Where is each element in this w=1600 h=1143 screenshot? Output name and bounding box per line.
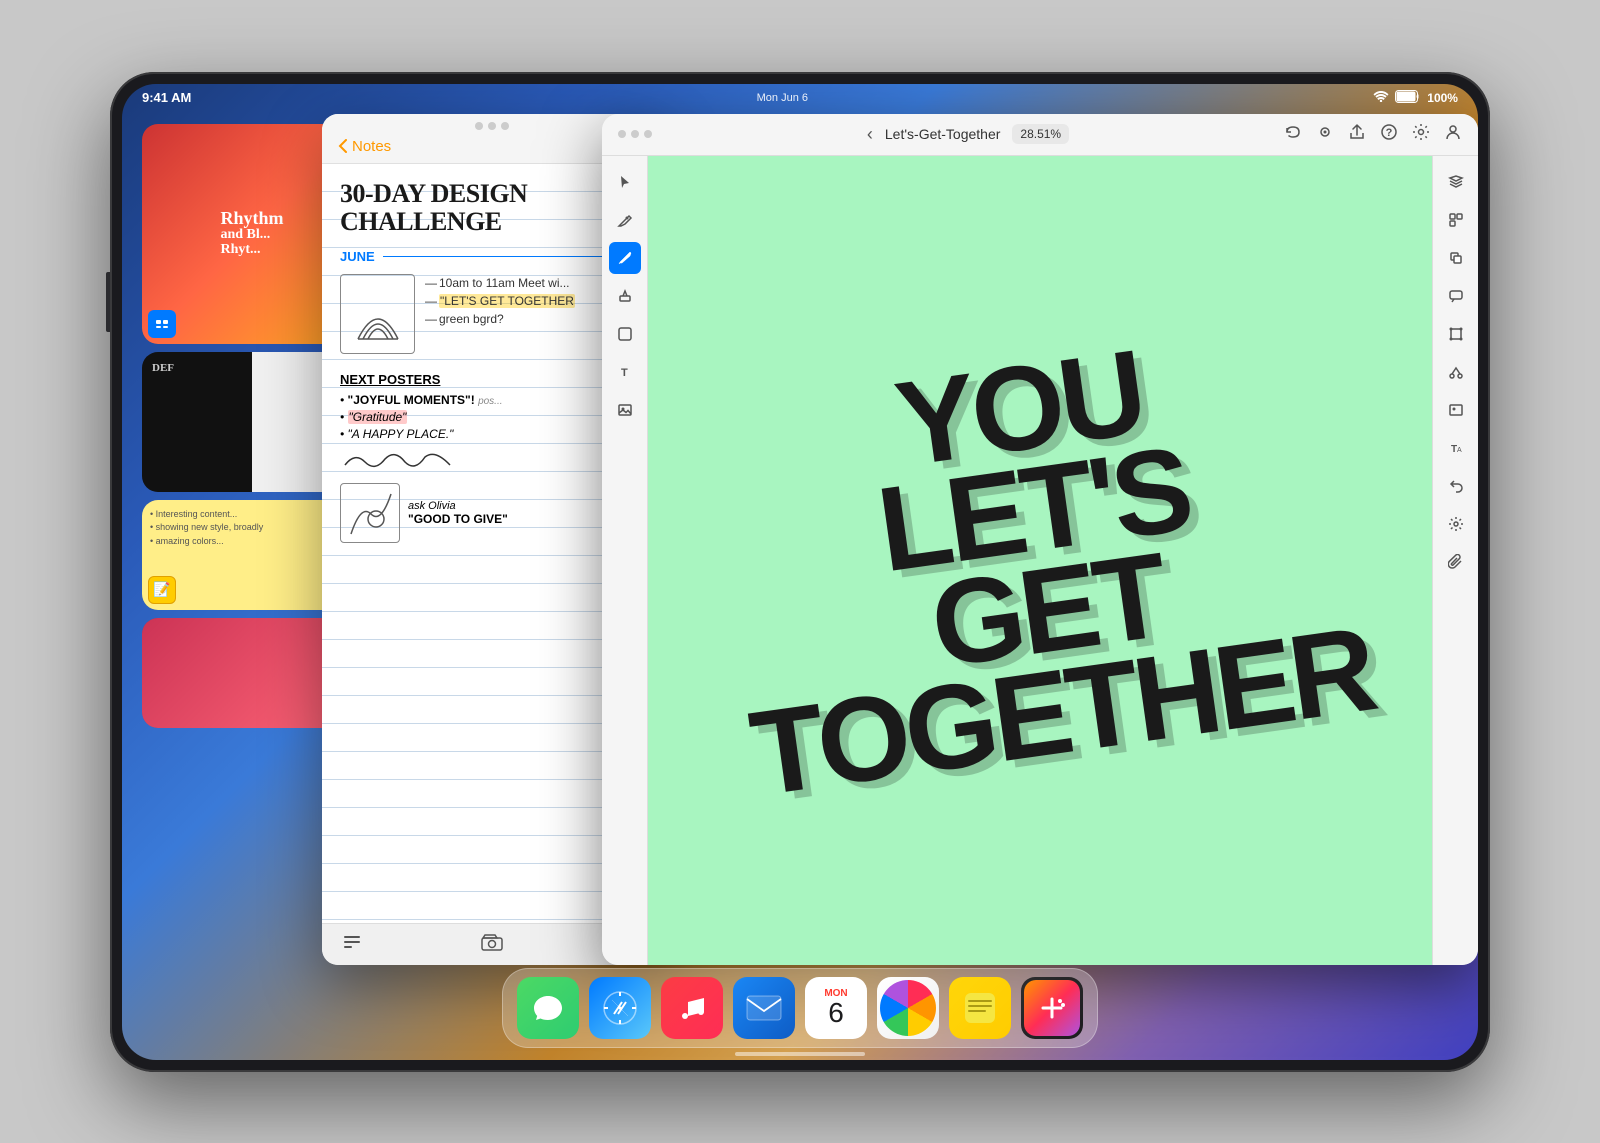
notes-dot-3 bbox=[501, 122, 509, 130]
notes-back-button[interactable]: Notes bbox=[338, 138, 646, 155]
tool-appearance[interactable] bbox=[1440, 204, 1472, 236]
tool-image2[interactable] bbox=[1440, 394, 1472, 426]
graphic-dot-2 bbox=[631, 130, 639, 138]
notes-june-july-header: JUNE JULY bbox=[340, 249, 644, 264]
graphic-dots bbox=[618, 130, 652, 138]
dock-app-arcade[interactable] bbox=[1021, 977, 1083, 1039]
notes-final-section: ask Olivia "GOOD TO GIVE" bbox=[340, 483, 644, 543]
tool-attach[interactable] bbox=[1440, 546, 1472, 578]
graphic-window: ‹ Let's-Get-Together 28.51% bbox=[602, 114, 1478, 965]
notes-list-item-2: "LET'S GET TOGETHER bbox=[425, 292, 575, 310]
undo-icon[interactable] bbox=[1284, 123, 1302, 146]
user-icon[interactable] bbox=[1444, 123, 1462, 146]
tool-pencil[interactable] bbox=[609, 242, 641, 274]
battery-icon bbox=[1395, 90, 1421, 106]
dock-app-messages[interactable] bbox=[517, 977, 579, 1039]
tool-layers[interactable] bbox=[1440, 166, 1472, 198]
tool-cut[interactable] bbox=[1440, 356, 1472, 388]
notes-camera-icon[interactable] bbox=[481, 933, 503, 956]
photos-wheel bbox=[880, 980, 936, 1036]
graphic-zoom-level[interactable]: 28.51% bbox=[1012, 124, 1069, 144]
notes-signature bbox=[340, 447, 644, 477]
ipad-device: 9:41 AM Mon Jun 6 bbox=[110, 72, 1490, 1072]
graphic-tools-right: T A bbox=[1432, 156, 1478, 965]
tool-pen[interactable] bbox=[609, 204, 641, 236]
graphic-dot-1 bbox=[618, 130, 626, 138]
notes-list-item-3: green bgrd? bbox=[425, 310, 575, 328]
notes-back-label: Notes bbox=[352, 138, 391, 155]
graphic-tools-left: T bbox=[602, 156, 648, 965]
settings-icon[interactable] bbox=[1412, 123, 1430, 146]
notes-poster-item-1: • "JOYFUL MOMENTS"! pos... bbox=[340, 393, 644, 407]
graphic-artwork: YOULET'SGETTOGETHER bbox=[648, 156, 1432, 965]
graphic-window-title: Let's-Get-Together bbox=[885, 126, 1001, 142]
june-line bbox=[383, 256, 604, 257]
notes-list: 10am to 11am Meet wi... "LET'S GET TOGET… bbox=[425, 274, 575, 350]
tool-comment[interactable] bbox=[1440, 280, 1472, 312]
dock-app-mail[interactable] bbox=[733, 977, 795, 1039]
share-icon[interactable] bbox=[1348, 123, 1366, 146]
dock-app-music[interactable] bbox=[661, 977, 723, 1039]
notes-ask-text: ask Olivia bbox=[408, 500, 508, 512]
app-corner-icon-rhythm bbox=[148, 310, 176, 338]
status-date: Mon Jun 6 bbox=[757, 92, 808, 104]
dock-app-notes[interactable] bbox=[949, 977, 1011, 1039]
help-icon[interactable]: ? bbox=[1380, 123, 1398, 146]
graphic-toolbar-right: ? bbox=[1284, 123, 1462, 146]
tool-image[interactable] bbox=[609, 394, 641, 426]
notes-last-item: "GOOD TO GIVE" bbox=[408, 512, 508, 526]
tool-text[interactable]: T bbox=[609, 356, 641, 388]
tool-settings2[interactable] bbox=[1440, 508, 1472, 540]
notes-ask-section: ask Olivia "GOOD TO GIVE" bbox=[408, 500, 508, 526]
home-indicator[interactable] bbox=[735, 1052, 865, 1056]
notes-dots bbox=[475, 122, 509, 130]
tool-shape[interactable] bbox=[609, 318, 641, 350]
svg-text:?: ? bbox=[1386, 127, 1393, 139]
multitask-area: Rhythm and Bl... Rhyt... bbox=[122, 114, 1478, 975]
dock-app-calendar[interactable]: MON 6 bbox=[805, 977, 867, 1039]
dock-app-photos[interactable] bbox=[877, 977, 939, 1039]
graphic-dot-3 bbox=[644, 130, 652, 138]
graphic-body: T bbox=[602, 156, 1478, 965]
ipad-screen: 9:41 AM Mon Jun 6 bbox=[122, 84, 1478, 1060]
june-label: JUNE bbox=[340, 249, 375, 264]
notes-next-posters-header: NEXT POSTERS bbox=[340, 372, 644, 387]
graphic-title-center: ‹ Let's-Get-Together 28.51% bbox=[867, 124, 1069, 145]
tool-cursor[interactable] bbox=[609, 166, 641, 198]
notes-final-sketch bbox=[340, 483, 400, 543]
graphic-back-button[interactable]: ‹ bbox=[867, 124, 873, 145]
svg-text:A: A bbox=[1457, 447, 1462, 454]
arcade-inner bbox=[1024, 980, 1080, 1036]
battery-percent: 100% bbox=[1427, 91, 1458, 105]
notes-poster-item-2: • "Gratitude" bbox=[340, 410, 644, 424]
status-time: 9:41 AM bbox=[142, 90, 191, 105]
notes-sketch-section: 10am to 11am Meet wi... "LET'S GET TOGET… bbox=[340, 274, 644, 362]
dock: MON 6 bbox=[502, 968, 1098, 1048]
tool-transform[interactable] bbox=[1440, 318, 1472, 350]
app-corner-icon-sticky: 📝 bbox=[148, 576, 176, 604]
notes-poster-item-3: • "A HAPPY PLACE." bbox=[340, 427, 644, 441]
notes-dot-1 bbox=[475, 122, 483, 130]
notes-checklist-icon[interactable] bbox=[342, 932, 362, 957]
graphic-titlebar: ‹ Let's-Get-Together 28.51% bbox=[602, 114, 1478, 156]
notes-title: 30-DAY DESIGN CHALLENGE bbox=[340, 180, 644, 237]
notes-sketch bbox=[340, 274, 415, 354]
tool-eraser[interactable] bbox=[609, 280, 641, 312]
svg-text:T: T bbox=[621, 367, 628, 379]
wifi-icon bbox=[1373, 90, 1389, 105]
notes-list-item-1: 10am to 11am Meet wi... bbox=[425, 274, 575, 292]
tool-arrange[interactable] bbox=[1440, 242, 1472, 274]
tool-type[interactable]: T A bbox=[1440, 432, 1472, 464]
calendar-day-num: 6 bbox=[824, 999, 847, 1027]
status-bar: 9:41 AM Mon Jun 6 bbox=[122, 84, 1478, 112]
tool-undo[interactable] bbox=[1440, 470, 1472, 502]
dock-app-safari[interactable] bbox=[589, 977, 651, 1039]
notes-dot-2 bbox=[488, 122, 496, 130]
artwork-text: YOULET'SGETTOGETHER bbox=[702, 315, 1377, 806]
graphic-canvas-area: YOULET'SGETTOGETHER bbox=[648, 156, 1432, 965]
status-right: 100% bbox=[1373, 90, 1458, 106]
record-icon[interactable] bbox=[1316, 123, 1334, 146]
